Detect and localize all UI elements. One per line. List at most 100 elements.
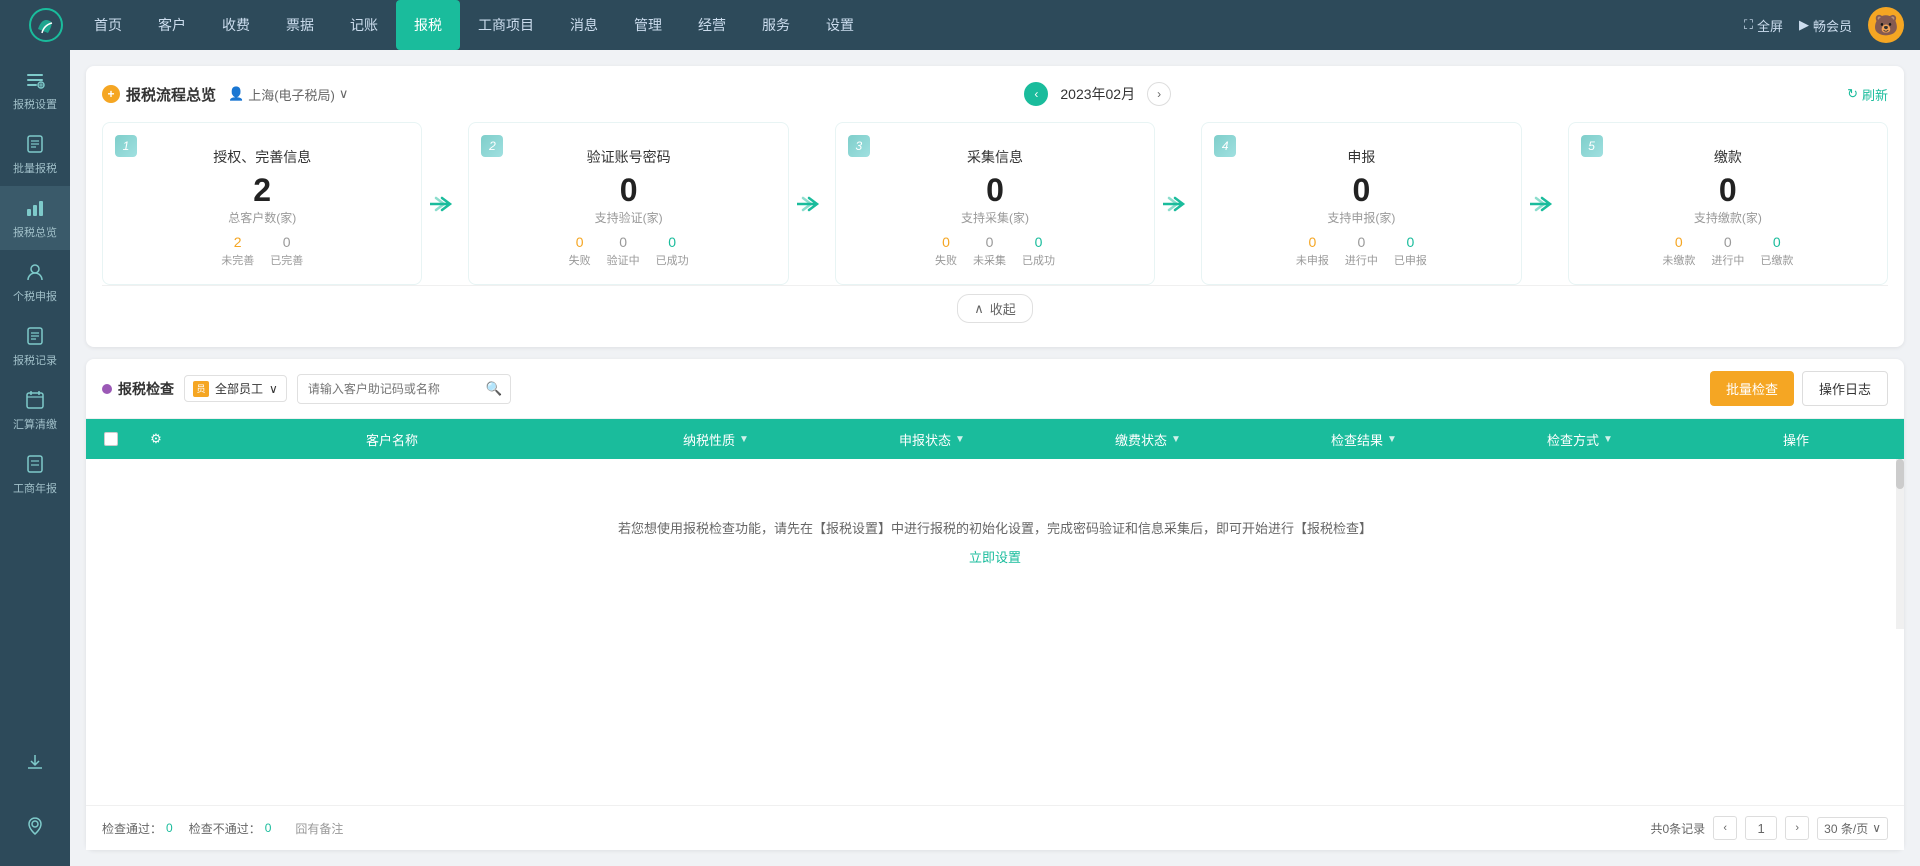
sidebar-item-download[interactable]	[0, 730, 70, 794]
nav-business[interactable]: 工商项目	[460, 0, 552, 50]
location-tag[interactable]: 👤 上海(电子税局) ∨	[228, 85, 348, 104]
th-pay-status: 缴费状态 ▼	[1040, 430, 1256, 449]
total-records: 共0条记录	[1650, 820, 1705, 837]
step-2-stat-0: 0 失败	[569, 234, 591, 268]
sidebar-item-label: 报税总览	[13, 224, 57, 240]
sidebar-item-tax-record[interactable]: 报税记录	[0, 314, 70, 378]
month-navigation: ‹ 2023年02月 ›	[1024, 82, 1171, 106]
prev-page-button[interactable]: ‹	[1713, 816, 1737, 840]
nav-accounting[interactable]: 记账	[332, 0, 396, 50]
scrollbar-thumb	[1896, 459, 1904, 489]
gear-icon[interactable]: ⚙	[150, 431, 162, 447]
tax-overview-icon	[23, 196, 47, 220]
main-layout: 报税设置 批量报税 报税总览 个税申报 报税记录	[0, 50, 1920, 866]
annual-settlement-icon	[23, 388, 47, 412]
business-annual-icon	[23, 452, 47, 476]
step-collect: 3 采集信息 0 支持采集(家) 0 失败 0 未采集	[835, 122, 1155, 285]
step-5-sub: 支持缴款(家)	[1694, 209, 1762, 226]
header-actions: 批量检查 操作日志	[1710, 371, 1888, 406]
filter-icon-4[interactable]: ▼	[1387, 434, 1397, 445]
refresh-button[interactable]: ↻ 刷新	[1847, 85, 1888, 104]
operation-log-button[interactable]: 操作日志	[1802, 371, 1888, 406]
step-3-stat-2-val: 0	[1035, 234, 1043, 250]
step-5-stat-0: 0 未缴款	[1662, 234, 1695, 268]
chevron-up-icon: ∧	[974, 301, 984, 317]
collapse-button[interactable]: ∧ 收起	[957, 294, 1033, 323]
collapse-label: 收起	[990, 299, 1016, 318]
nav-fee[interactable]: 收费	[204, 0, 268, 50]
sidebar-item-label: 报税设置	[13, 96, 57, 112]
sidebar-item-tax-settings[interactable]: 报税设置	[0, 58, 70, 122]
collapse-bar: ∧ 收起	[102, 285, 1888, 331]
location-icon: 👤	[228, 86, 244, 102]
sidebar-item-annual-settlement[interactable]: 汇算清缴	[0, 378, 70, 442]
filter-icon-3[interactable]: ▼	[1171, 434, 1181, 445]
step-3-number: 3	[848, 135, 870, 157]
employee-filter-dropdown[interactable]: 员 全部员工 ∨	[184, 375, 287, 402]
step-4-number: 4	[1214, 135, 1236, 157]
pagination: 共0条记录 ‹ 1 › 30 条/页 ∨	[1650, 816, 1888, 840]
nav-tax[interactable]: 报税	[396, 0, 460, 50]
step-4-stats: 0 未申报 0 进行中 0 已申报	[1296, 234, 1427, 268]
nav-home[interactable]: 首页	[76, 0, 140, 50]
tax-check-header: 报税检查 员 全部员工 ∨ 🔍 批量检查 操作日志	[86, 359, 1904, 419]
table-header: ⚙ 客户名称 纳税性质 ▼ 申报状态 ▼ 缴费状态 ▼	[86, 419, 1904, 459]
prev-month-button[interactable]: ‹	[1024, 82, 1048, 106]
th-client-name: 客户名称	[176, 430, 608, 449]
step-4-stat-2: 0 已申报	[1394, 234, 1427, 268]
fullscreen-button[interactable]: ⛶ 全屏	[1744, 16, 1783, 35]
step-4-stat-1-label: 进行中	[1345, 252, 1378, 268]
personal-tax-icon	[23, 260, 47, 284]
member-label: 畅会员	[1813, 16, 1852, 35]
step-3-stat-2-label: 已成功	[1022, 252, 1055, 268]
sidebar-item-personal-tax[interactable]: 个税申报	[0, 250, 70, 314]
search-input[interactable]	[298, 376, 478, 402]
sidebar-item-business-annual[interactable]: 工商年报	[0, 442, 70, 506]
step-5-stat-1-val: 0	[1724, 234, 1732, 250]
logo	[16, 7, 76, 43]
step-2-stat-2: 0 已成功	[656, 234, 689, 268]
nav-settings[interactable]: 设置	[808, 0, 872, 50]
sidebar-item-batch-tax[interactable]: 批量报税	[0, 122, 70, 186]
check-pass-val[interactable]: 0	[166, 821, 173, 835]
nav-service[interactable]: 服务	[744, 0, 808, 50]
arrow-3	[1155, 122, 1201, 285]
nav-client[interactable]: 客户	[140, 0, 204, 50]
header-checkbox[interactable]	[104, 432, 118, 446]
step-2-stat-0-val: 0	[576, 234, 584, 250]
th-tax-nature: 纳税性质 ▼	[608, 430, 824, 449]
fullscreen-icon: ⛶	[1744, 17, 1753, 33]
sidebar-item-location[interactable]	[0, 794, 70, 858]
step-4-stat-2-label: 已申报	[1394, 252, 1427, 268]
step-2-stat-1-label: 验证中	[607, 252, 640, 268]
search-box: 🔍	[297, 374, 512, 404]
member-button[interactable]: ▶ 畅会员	[1799, 16, 1852, 35]
nav-operation[interactable]: 经营	[680, 0, 744, 50]
steps-row: 1 授权、完善信息 2 总客户数(家) 2 未完善 0 已完善	[102, 122, 1888, 285]
nav-message[interactable]: 消息	[552, 0, 616, 50]
batch-check-button[interactable]: 批量检查	[1710, 371, 1794, 406]
filter-icon-5[interactable]: ▼	[1603, 434, 1613, 445]
table-body: 若您想使用报税检查功能，请先在【报税设置】中进行报税的初始化设置，完成密码验证和…	[86, 459, 1904, 629]
per-page-selector[interactable]: 30 条/页 ∨	[1817, 817, 1888, 840]
step-4-stat-2-val: 0	[1407, 234, 1415, 250]
plus-icon: +	[102, 85, 120, 103]
step-5-stat-2-val: 0	[1773, 234, 1781, 250]
scrollbar[interactable]	[1896, 459, 1904, 629]
sidebar-item-tax-overview[interactable]: 报税总览	[0, 186, 70, 250]
step-1-stat-0: 2 未完善	[221, 234, 254, 268]
step-5-stat-1: 0 进行中	[1711, 234, 1744, 268]
nav-invoice[interactable]: 票据	[268, 0, 332, 50]
filter-icon-2[interactable]: ▼	[955, 434, 965, 445]
next-month-button[interactable]: ›	[1147, 82, 1171, 106]
filter-icon-1[interactable]: ▼	[739, 434, 749, 445]
step-3-stats: 0 失败 0 未采集 0 已成功	[935, 234, 1055, 268]
check-fail-val[interactable]: 0	[265, 821, 272, 835]
search-button[interactable]: 🔍	[478, 375, 511, 403]
step-1-stat-0-label: 未完善	[221, 252, 254, 268]
step-1-stat-0-val: 2	[234, 234, 242, 250]
next-page-button[interactable]: ›	[1785, 816, 1809, 840]
check-fail-label: 检查不通过：	[189, 820, 261, 837]
setup-link[interactable]: 立即设置	[969, 548, 1021, 569]
nav-manage[interactable]: 管理	[616, 0, 680, 50]
